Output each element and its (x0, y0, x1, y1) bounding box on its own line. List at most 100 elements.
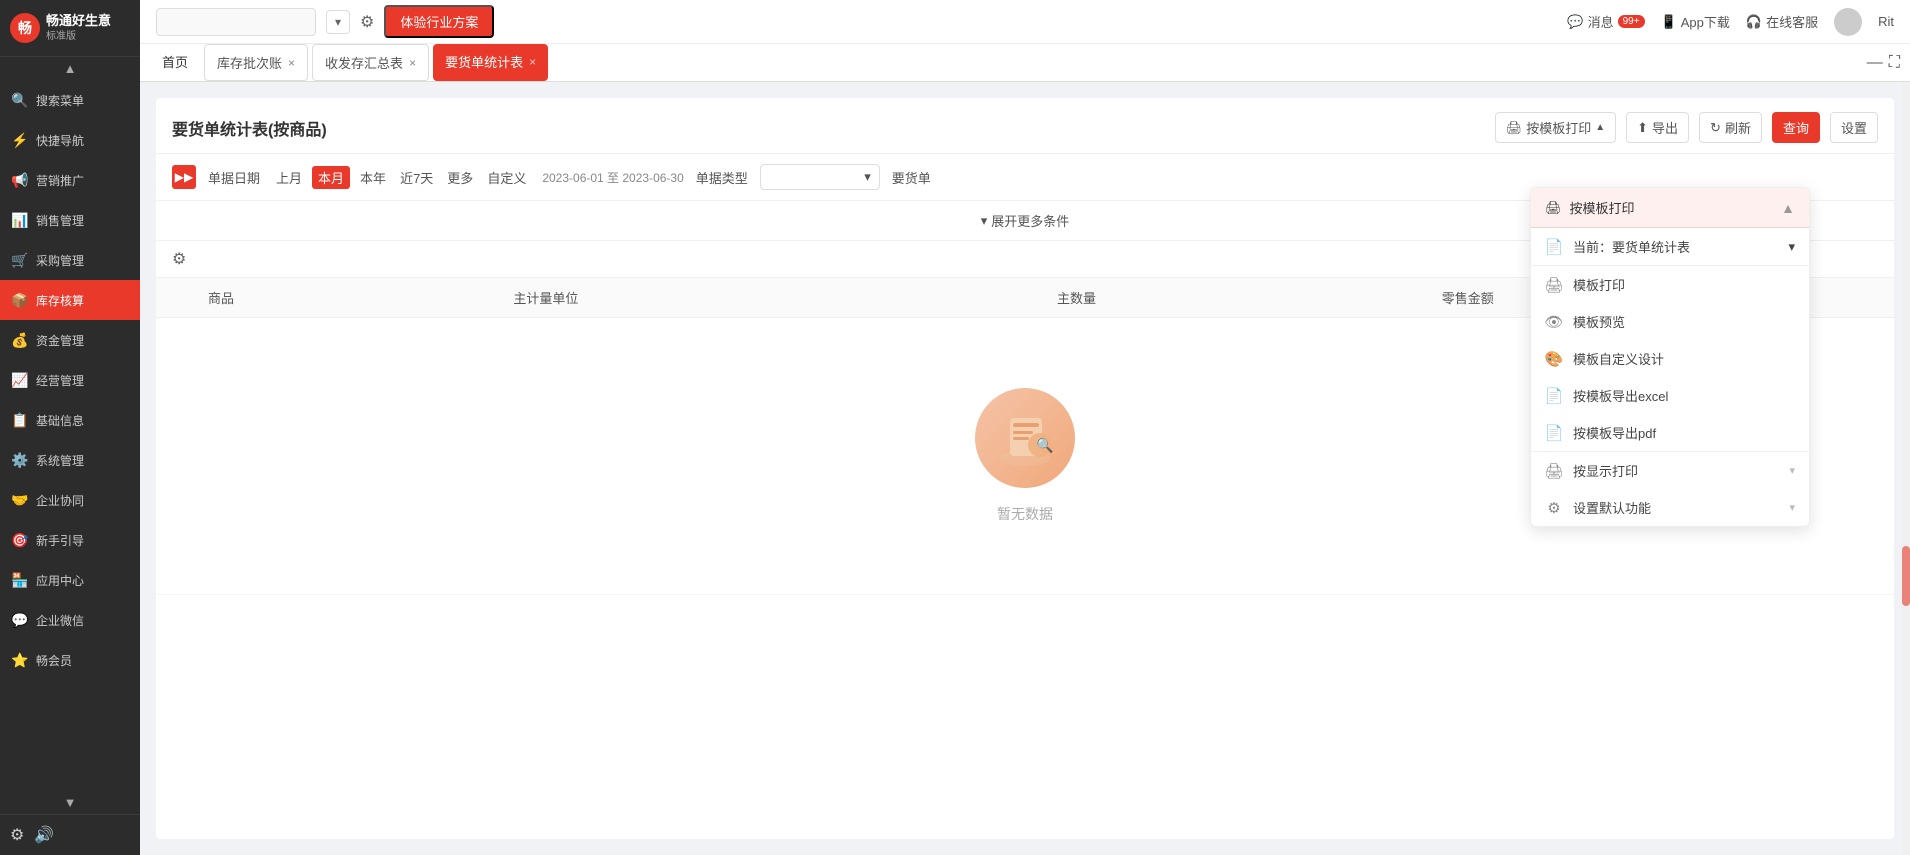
col-unit: 主计量单位 (501, 278, 1045, 318)
topbar-dropdown-btn[interactable]: ▾ (326, 10, 350, 34)
tab-close-receipt-summary[interactable]: × (409, 56, 416, 70)
online-service-item[interactable]: 🎧 在线客服 (1746, 12, 1818, 31)
sidebar-item-inventory[interactable]: 📦 库存核算 (0, 280, 140, 320)
tab-receipt-summary[interactable]: 收发存汇总表 × (312, 44, 429, 81)
sidebar-item-guide[interactable]: 🎯 新手引导 (0, 520, 140, 560)
sidebar-item-search[interactable]: 🔍 搜索菜单 (0, 80, 140, 120)
appstore-icon: 🏪 (10, 570, 30, 590)
refresh-btn[interactable]: ↻ 刷新 (1699, 112, 1762, 143)
dropdown-header: 🖨 按模板打印 ▲ (1531, 188, 1809, 228)
sidebar-item-finance[interactable]: 💰 资金管理 (0, 320, 140, 360)
page-scrollbar[interactable] (1902, 82, 1910, 855)
table-settings-btn[interactable]: ⚙ (172, 249, 186, 269)
sidebar-item-quick-nav[interactable]: ⚡ 快捷导航 (0, 120, 140, 160)
col-settings (156, 278, 196, 318)
settings-bottom-icon[interactable]: ⚙ (10, 825, 24, 845)
sidebar-item-sales[interactable]: 📊 销售管理 (0, 200, 140, 240)
header-actions: 🖨 按模板打印 ▲ ⬆ 导出 ↻ 刷新 查询 设置 (1495, 112, 1878, 143)
tab-home[interactable]: 首页 (150, 44, 200, 81)
tab-minimize-btn[interactable]: — (1867, 54, 1883, 72)
expand-down-icon: ▾ (981, 213, 988, 229)
chevron-down-icon: ▾ (864, 169, 871, 185)
current-year-btn[interactable]: 本年 (356, 166, 390, 189)
operation-icon: 📈 (10, 370, 30, 390)
settings-btn[interactable]: 设置 (1830, 112, 1878, 143)
query-btn[interactable]: 查询 (1772, 112, 1820, 143)
template-print-label: 模板打印 (1573, 275, 1795, 294)
template-print-icon: 🖨 (1545, 276, 1563, 294)
display-print-item[interactable]: 🖨 按显示打印 ▾ (1531, 452, 1809, 489)
tabs-right-controls: — ⛶ (1867, 54, 1900, 72)
template-excel-label: 按模板导出excel (1573, 386, 1795, 405)
tab-close-inventory-batch[interactable]: × (288, 56, 295, 70)
template-excel-item[interactable]: 📄 按模板导出excel (1531, 377, 1809, 414)
avatar[interactable] (1834, 8, 1862, 36)
tab-order-summary[interactable]: 要货单统计表 × (433, 44, 548, 81)
sidebar-nav: 🔍 搜索菜单 ⚡ 快捷导航 📢 营销推广 📊 销售管理 🛒 采购管理 📦 库存核… (0, 80, 140, 791)
printer-header-icon: 🖨 (1545, 200, 1562, 216)
app-logo: 畅 畅通好生意 标准版 (0, 0, 140, 57)
tab-close-order-summary[interactable]: × (529, 55, 536, 69)
sidebar-scroll-up[interactable]: ▲ (0, 57, 140, 80)
current-icon: 📄 (1545, 238, 1563, 256)
sidebar-item-wechat[interactable]: 💬 企业微信 (0, 600, 140, 640)
headset-icon: 🎧 (1746, 14, 1762, 30)
dropdown-collapse-btn[interactable]: ▲ (1781, 200, 1795, 216)
notification-label: 消息 (1588, 12, 1614, 31)
svg-text:🔍: 🔍 (1036, 436, 1053, 454)
default-settings-icon: ⚙ (1545, 499, 1563, 517)
tab-inventory-batch[interactable]: 库存批次账 × (204, 44, 308, 81)
template-custom-icon: 🎨 (1545, 350, 1563, 368)
sidebar-item-basic[interactable]: 📋 基础信息 (0, 400, 140, 440)
tab-maximize-btn[interactable]: ⛶ (1889, 54, 1900, 72)
sales-icon: 📊 (10, 210, 30, 230)
template-preview-item[interactable]: 👁 模板预览 (1531, 303, 1809, 340)
template-pdf-item[interactable]: 📄 按模板导出pdf (1531, 414, 1809, 451)
sidebar-item-appstore[interactable]: 🏪 应用中心 (0, 560, 140, 600)
app-download-icon: 📱 (1661, 14, 1677, 30)
app-download-item[interactable]: 📱 App下载 (1661, 12, 1730, 31)
print-template-btn[interactable]: 🖨 按模板打印 ▲ (1495, 112, 1616, 143)
online-service-label: 在线客服 (1766, 12, 1818, 31)
order-type-label: 单据类型 (696, 168, 748, 187)
template-print-item[interactable]: 🖨 模板打印 (1531, 266, 1809, 303)
sidebar-scroll-down[interactable]: ▼ (0, 791, 140, 814)
prev-month-btn[interactable]: 上月 (272, 166, 306, 189)
member-icon: ⭐ (10, 650, 30, 670)
last-7days-btn[interactable]: 近7天 (396, 166, 437, 189)
sidebar-item-member[interactable]: ⭐ 畅会员 (0, 640, 140, 680)
filter-expand-btn[interactable]: ▶▶ (172, 165, 196, 189)
template-pdf-icon: 📄 (1545, 424, 1563, 442)
promo-button[interactable]: 体验行业方案 (384, 5, 494, 38)
username[interactable]: Rit (1878, 14, 1894, 29)
printer-icon: 🖨 (1506, 120, 1523, 136)
export-btn[interactable]: ⬆ 导出 (1626, 112, 1689, 143)
sidebar-item-system[interactable]: ⚙️ 系统管理 (0, 440, 140, 480)
audio-bottom-icon[interactable]: 🔊 (34, 825, 54, 845)
order-type-select[interactable]: ▾ (760, 164, 880, 190)
notification-item[interactable]: 💬 消息 99+ (1567, 12, 1644, 31)
template-custom-item[interactable]: 🎨 模板自定义设计 (1531, 340, 1809, 377)
search-icon: 🔍 (10, 90, 30, 110)
quick-nav-icon: ⚡ (10, 130, 30, 150)
topbar-right: 💬 消息 99+ 📱 App下载 🎧 在线客服 Rit (1567, 8, 1894, 36)
print-dropdown: 🖨 按模板打印 ▲ 📄 当前：要货单统计表 ▾ 🖨 模板打印 👁 模板预览 (1530, 187, 1810, 527)
template-pdf-label: 按模板导出pdf (1573, 423, 1795, 442)
sidebar-item-purchase[interactable]: 🛒 采购管理 (0, 240, 140, 280)
system-icon: ⚙️ (10, 450, 30, 470)
sidebar-item-collab[interactable]: 🤝 企业协同 (0, 480, 140, 520)
default-settings-item[interactable]: ⚙ 设置默认功能 ▾ (1531, 489, 1809, 526)
current-template-item[interactable]: 📄 当前：要货单统计表 ▾ (1531, 228, 1809, 265)
topbar-search-input[interactable] (156, 8, 316, 36)
expand-more-btn[interactable]: ▾ 展开更多条件 (973, 207, 1078, 234)
custom-date-btn[interactable]: 自定义 (483, 166, 530, 189)
sidebar-bottom: ⚙ 🔊 (0, 814, 140, 855)
app-download-label: App下载 (1681, 12, 1730, 31)
col-quantity: 主数量 (1045, 278, 1430, 318)
display-print-icon: 🖨 (1545, 462, 1563, 480)
sidebar-item-operation[interactable]: 📈 经营管理 (0, 360, 140, 400)
sidebar-item-marketing[interactable]: 📢 营销推广 (0, 160, 140, 200)
topbar-gear-icon[interactable]: ⚙ (360, 12, 374, 32)
current-month-btn[interactable]: 本月 (312, 166, 350, 189)
more-date-btn[interactable]: 更多 (443, 166, 477, 189)
